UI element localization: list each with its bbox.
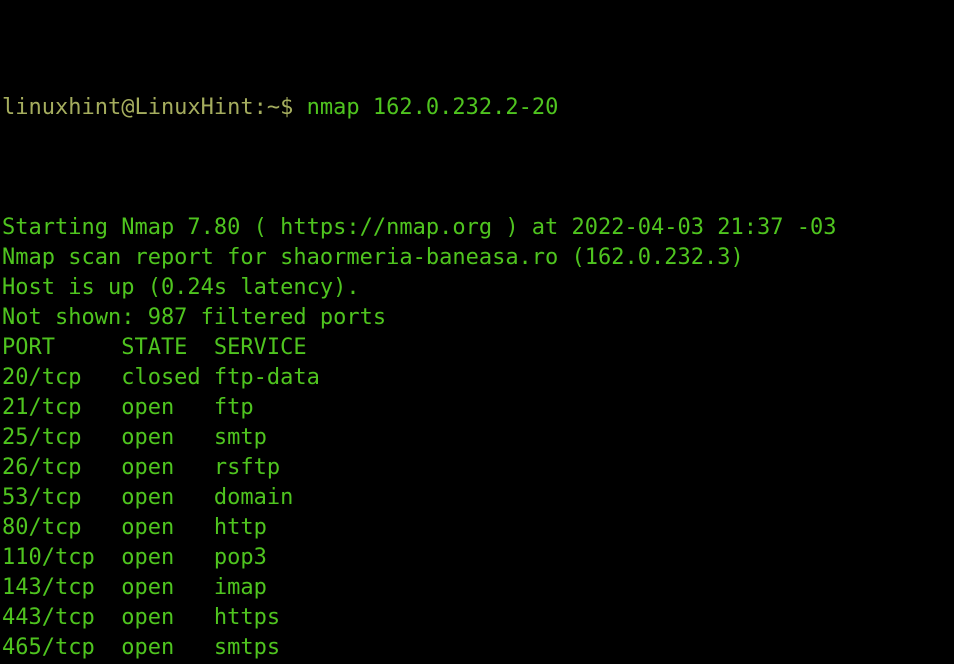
terminal-output-line: 80/tcp open http (2, 515, 267, 540)
terminal-output-line: 465/tcp open smtps (2, 635, 281, 660)
terminal-output-line: 21/tcp open ftp (2, 395, 254, 420)
terminal-output-line: PORT STATE SERVICE (2, 335, 307, 360)
shell-prompt: linuxhint@LinuxHint:~$ (2, 95, 294, 120)
terminal-prompt-line: linuxhint@LinuxHint:~$ nmap 162.0.232.2-… (2, 93, 954, 123)
terminal-output-line: 110/tcp open pop3 (2, 545, 267, 570)
terminal-output-line: 25/tcp open smtp (2, 425, 267, 450)
terminal-output-line: Nmap scan report for shaormeria-baneasa.… (2, 245, 744, 270)
shell-command: nmap 162.0.232.2-20 (293, 95, 559, 120)
terminal-output-line: 26/tcp open rsftp (2, 455, 281, 480)
terminal-output-line: Starting Nmap 7.80 ( https://nmap.org ) … (2, 215, 837, 240)
terminal-output-line: 53/tcp open domain (2, 485, 294, 510)
terminal-output-line: Not shown: 987 filtered ports (2, 305, 387, 330)
terminal-output: Starting Nmap 7.80 ( https://nmap.org ) … (2, 213, 954, 664)
terminal-output-line: 20/tcp closed ftp-data (2, 365, 320, 390)
terminal-output-line: 143/tcp open imap (2, 575, 267, 600)
terminal-output-line: 443/tcp open https (2, 605, 281, 630)
terminal-screen[interactable]: linuxhint@LinuxHint:~$ nmap 162.0.232.2-… (0, 0, 954, 664)
terminal-output-line: Host is up (0.24s latency). (2, 275, 360, 300)
